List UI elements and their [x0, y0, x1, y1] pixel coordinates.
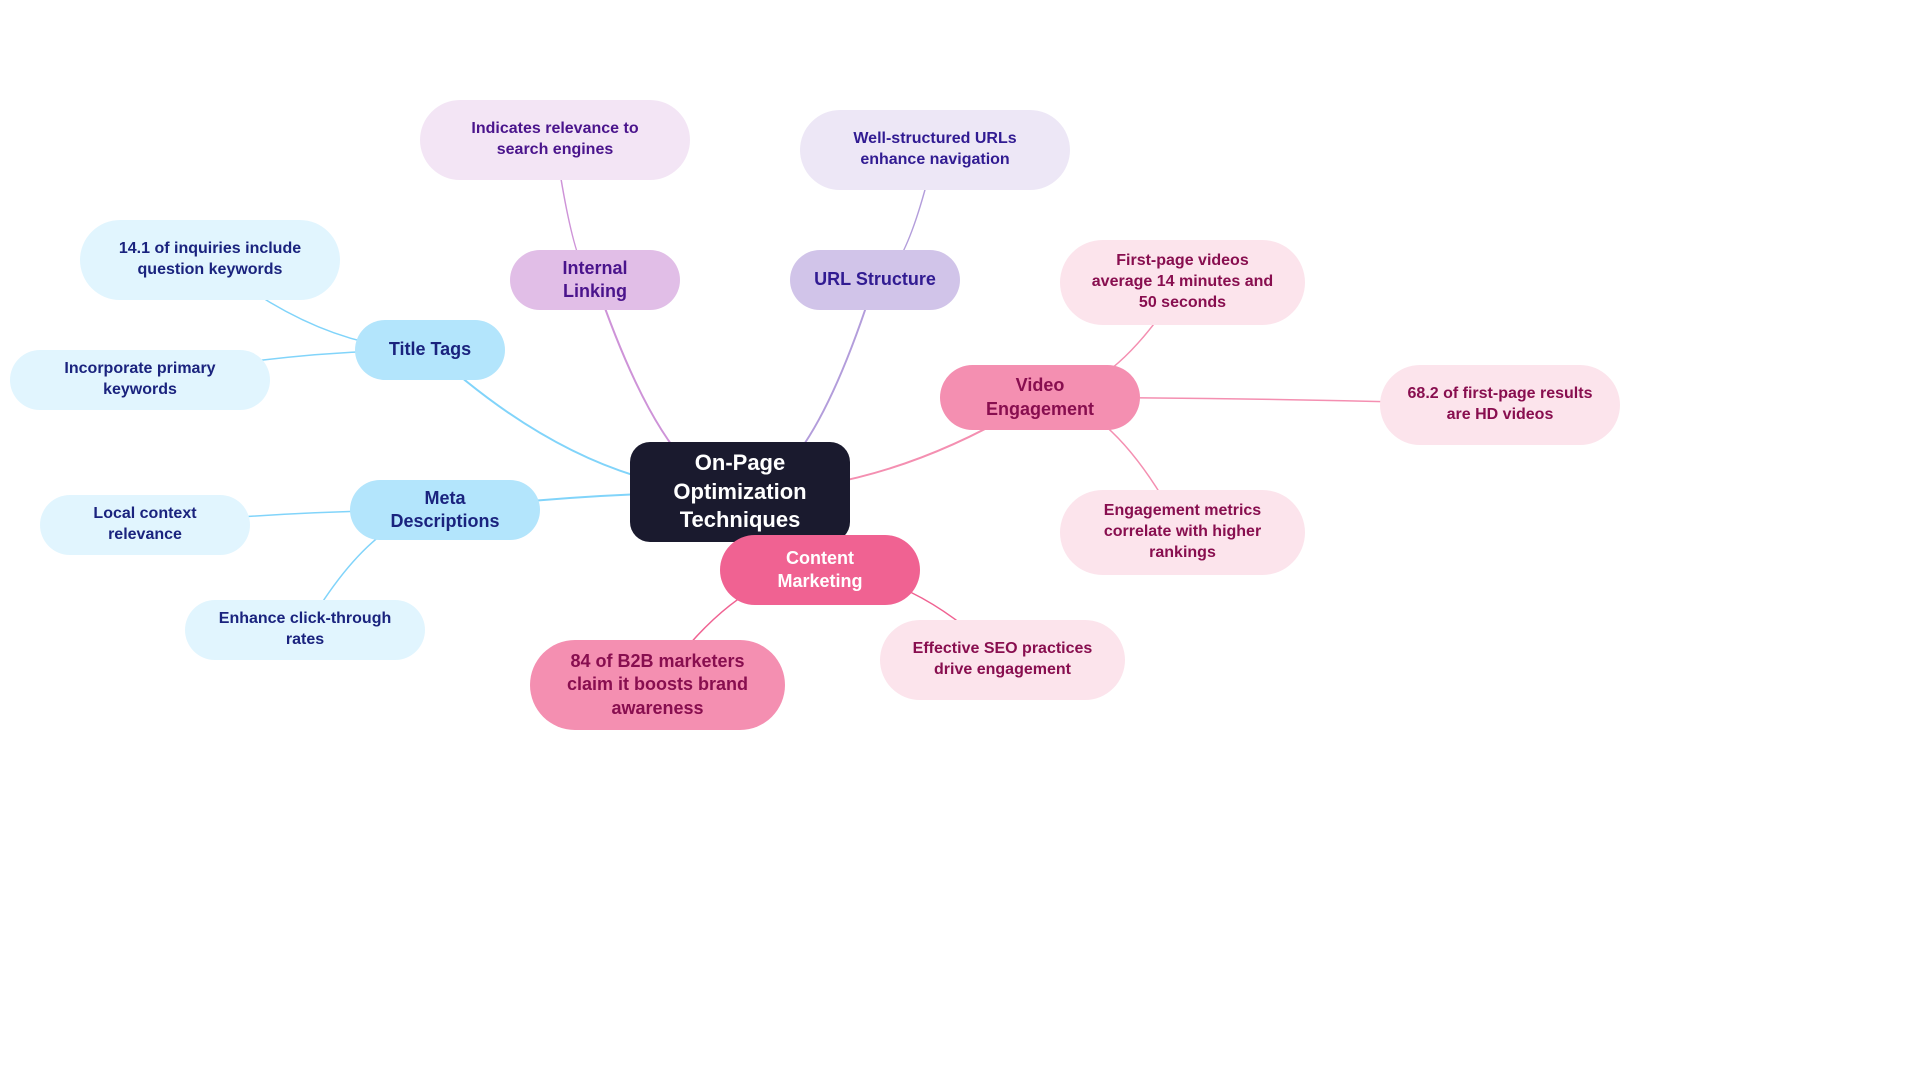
title-tags-child1: 14.1 of inquiries include question keywo…: [80, 220, 340, 300]
mind-map-container: On-Page Optimization Techniques Title Ta…: [0, 0, 1920, 1083]
center-label: On-Page Optimization Techniques: [654, 449, 826, 535]
video-engagement-node: Video Engagement: [940, 365, 1140, 430]
video-child1: First-page videos average 14 minutes and…: [1060, 240, 1305, 325]
internal-linking-node: Internal Linking: [510, 250, 680, 310]
url-structure-node: URL Structure: [790, 250, 960, 310]
video-child3: Engagement metrics correlate with higher…: [1060, 490, 1305, 575]
title-tags-child2: Incorporate primary keywords: [10, 350, 270, 410]
center-node: On-Page Optimization Techniques: [630, 442, 850, 542]
content-marketing-node: Content Marketing: [720, 535, 920, 605]
title-tags-node: Title Tags: [355, 320, 505, 380]
content-child2: Effective SEO practices drive engagement: [880, 620, 1125, 700]
title-tags-label: Title Tags: [389, 338, 471, 361]
internal-linking-child1: Indicates relevance to search engines: [420, 100, 690, 180]
url-structure-child1: Well-structured URLs enhance navigation: [800, 110, 1070, 190]
meta-descriptions-node: Meta Descriptions: [350, 480, 540, 540]
video-child2: 68.2 of first-page results are HD videos: [1380, 365, 1620, 445]
meta-desc-child1: Local context relevance: [40, 495, 250, 555]
meta-desc-child2: Enhance click-through rates: [185, 600, 425, 660]
content-child1: 84 of B2B marketers claim it boosts bran…: [530, 640, 785, 730]
